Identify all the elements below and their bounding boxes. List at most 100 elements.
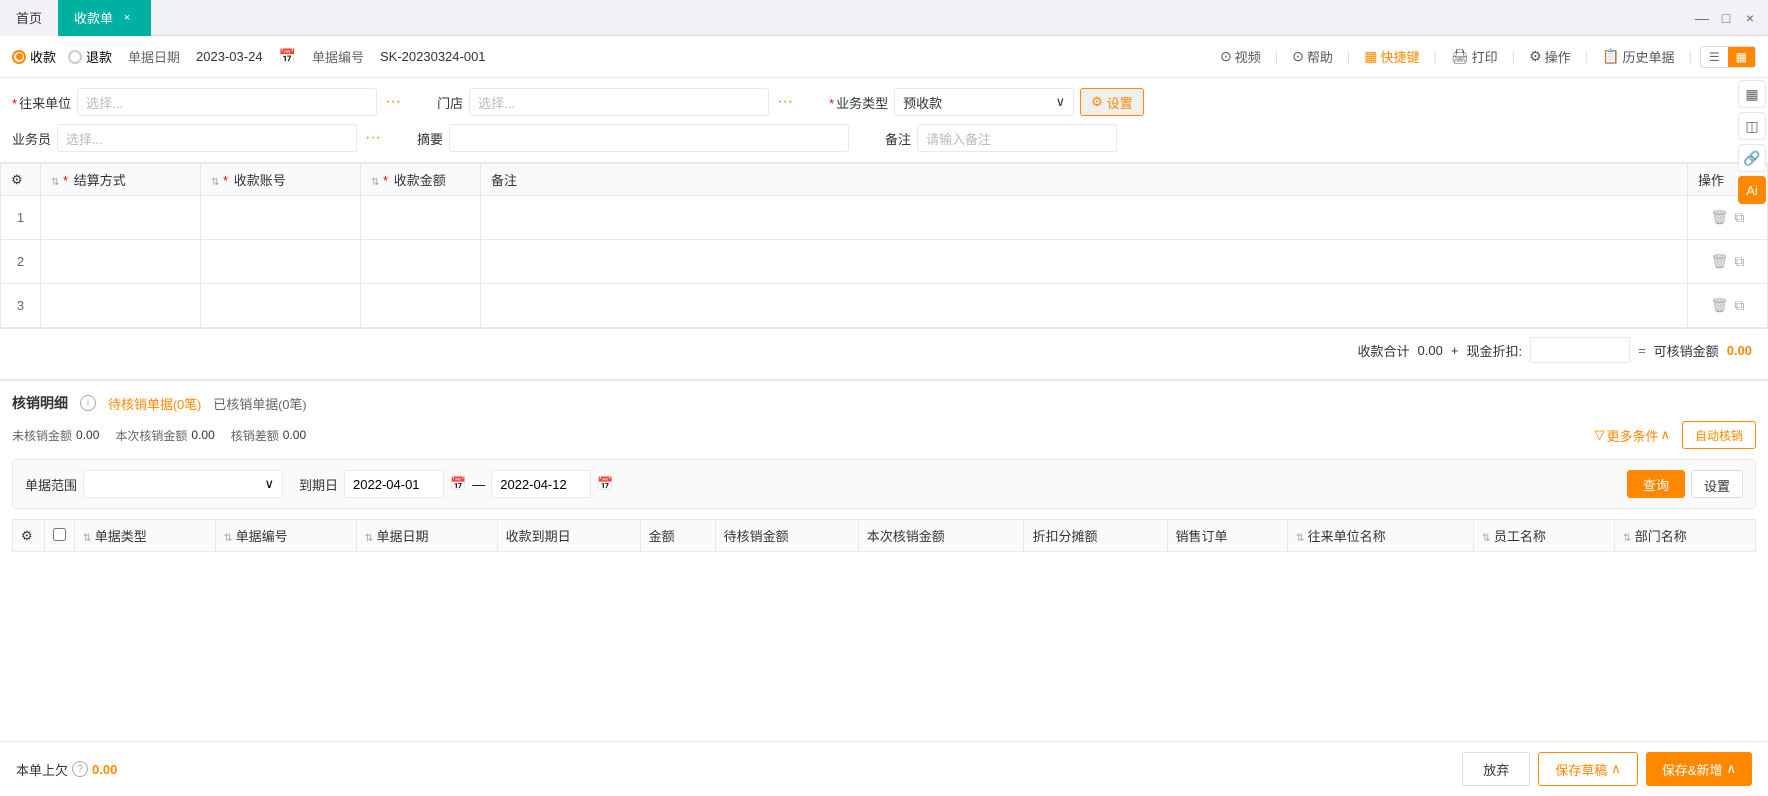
view-list-btn[interactable]: ☰ xyxy=(1701,47,1728,67)
verify-stats: 未核销金额 0.00 本次核销金额 0.00 核销差额 0.00 ▽ 更多条件 … xyxy=(12,421,1756,449)
tab-receipt[interactable]: 收款单 × xyxy=(58,0,151,36)
delete-icon-3[interactable]: 🗑 xyxy=(1711,297,1729,314)
pending-tab[interactable]: 待核销单据(0笔) xyxy=(108,394,201,413)
partner-field: *往来单位 选择... ··· xyxy=(12,88,401,116)
settle-cell-2[interactable] xyxy=(41,240,201,284)
tab-home[interactable]: 首页 xyxy=(0,0,58,36)
main-content: 收款 退款 单据日期 2023-03-24 📅 单据编号 SK-20230324… xyxy=(0,36,1768,796)
account-cell-1[interactable] xyxy=(201,196,361,240)
calendar-to-icon[interactable]: 📅 xyxy=(597,476,613,492)
sidebar-icon-1[interactable]: ▦ xyxy=(1738,80,1766,108)
th-current-amount: 本次核销金额 xyxy=(858,520,1024,552)
biz-type-select[interactable]: 预收款 ∨ xyxy=(894,88,1074,116)
account-cell-3[interactable] xyxy=(201,284,361,328)
table-row: 1 🗑 ⧉ xyxy=(1,196,1768,240)
th-remark: 备注 xyxy=(481,164,1688,196)
verify-filters: 单据范围 ∨ 到期日 2022-04-01 📅 — 2022-04-12 xyxy=(12,459,1756,509)
video-icon: ⊙ xyxy=(1220,48,1232,65)
date-range: 2022-04-01 📅 — 2022-04-12 📅 xyxy=(344,470,613,498)
receipt-table: ⚙ ⇅ * 结算方式 ⇅ * 收款账号 ⇅ * 收款 xyxy=(0,163,1768,328)
partner-more-icon[interactable]: ··· xyxy=(385,93,401,111)
staff-more-icon[interactable]: ··· xyxy=(365,129,381,147)
settle-cell-1[interactable] xyxy=(41,196,201,240)
staff-input[interactable]: 选择... xyxy=(57,124,357,152)
biz-settings-btn[interactable]: ⚙ 设置 xyxy=(1080,88,1144,116)
amount-cell-2[interactable] xyxy=(361,240,481,284)
data-table-section: ⚙ ⇅ * 结算方式 ⇅ * 收款账号 ⇅ * 收款 xyxy=(0,163,1768,328)
th-bill-no: ⇅ 单据编号 xyxy=(215,520,356,552)
amount-cell-1[interactable] xyxy=(361,196,481,240)
th-amount: ⇅ * 收款金额 xyxy=(361,164,481,196)
minimize-button[interactable]: — xyxy=(1692,8,1712,28)
remark-input[interactable]: 请输入备注 xyxy=(917,124,1117,152)
sidebar-icon-2[interactable]: ◫ xyxy=(1738,112,1766,140)
radio-group: 收款 退款 xyxy=(12,47,112,66)
settle-cell-3[interactable] xyxy=(41,284,201,328)
th-settle: ⇅ * 结算方式 xyxy=(41,164,201,196)
calendar-icon[interactable]: 📅 xyxy=(279,48,296,65)
query-btn[interactable]: 查询 xyxy=(1627,470,1685,498)
tab-close-icon[interactable]: × xyxy=(119,10,135,26)
radio-dot-refund xyxy=(68,50,82,64)
copy-icon-1[interactable]: ⧉ xyxy=(1734,209,1744,226)
date-to-input[interactable]: 2022-04-12 xyxy=(491,470,591,498)
radio-receipt[interactable]: 收款 xyxy=(12,47,56,66)
calendar-from-icon[interactable]: 📅 xyxy=(450,476,466,492)
copy-icon-3[interactable]: ⧉ xyxy=(1734,297,1744,314)
summary-field: 摘要 xyxy=(417,124,849,152)
print-btn[interactable]: 🖨 打印 xyxy=(1445,44,1504,69)
account-cell-2[interactable] xyxy=(201,240,361,284)
video-btn[interactable]: ⊙ 视频 xyxy=(1214,44,1267,69)
remark-cell-3[interactable] xyxy=(481,284,1688,328)
partner-input[interactable]: 选择... xyxy=(77,88,377,116)
th-settings[interactable]: ⚙ xyxy=(1,164,41,196)
form-section: *往来单位 选择... ··· 门店 选择... ··· *业务类型 预收款 ∨ xyxy=(0,78,1768,163)
loss-info: 本单上欠 ? 0.00 xyxy=(16,760,117,779)
current-stat: 本次核销金额 0.00 xyxy=(115,427,214,444)
remark-cell-1[interactable] xyxy=(481,196,1688,240)
summary-input[interactable] xyxy=(449,124,849,152)
verify-section: 核销明细 i 待核销单据(0笔) 已核销单据(0笔) 未核销金额 0.00 本次… xyxy=(0,379,1768,796)
auto-verify-btn[interactable]: 自动核销 xyxy=(1682,421,1756,449)
help-btn[interactable]: ⊙ 帮助 xyxy=(1286,44,1339,69)
row-actions-2: 🗑 ⧉ xyxy=(1698,253,1757,270)
delete-icon-2[interactable]: 🗑 xyxy=(1711,253,1729,270)
form-row-2: 业务员 选择... ··· 摘要 备注 请输入备注 xyxy=(12,124,1756,152)
shop-more-icon[interactable]: ··· xyxy=(777,93,793,111)
date-from-input[interactable]: 2022-04-01 xyxy=(344,470,444,498)
shop-input[interactable]: 选择... xyxy=(469,88,769,116)
history-btn[interactable]: 📋 历史单据 xyxy=(1596,44,1680,69)
view-grid-btn[interactable]: ▦ xyxy=(1728,47,1755,67)
abandon-btn[interactable]: 放弃 xyxy=(1462,752,1530,786)
row-actions-3: 🗑 ⧉ xyxy=(1698,297,1757,314)
discount-input[interactable] xyxy=(1530,337,1630,363)
sidebar-icon-3[interactable]: 🔗 xyxy=(1738,144,1766,172)
unverified-stat: 未核销金额 0.00 xyxy=(12,427,99,444)
done-tab[interactable]: 已核销单据(0笔) xyxy=(213,394,306,413)
copy-icon-2[interactable]: ⧉ xyxy=(1734,253,1744,270)
th-gear[interactable]: ⚙ xyxy=(13,520,45,552)
maximize-button[interactable]: □ xyxy=(1716,8,1736,28)
amount-cell-3[interactable] xyxy=(361,284,481,328)
th-due-date: 收款到期日 xyxy=(497,520,640,552)
range-field: 单据范围 ∨ xyxy=(25,470,283,498)
save-new-btn[interactable]: 保存&新增 ∧ xyxy=(1646,752,1752,786)
sidebar-icon-ai[interactable]: Ai xyxy=(1738,176,1766,204)
filter-settings-btn[interactable]: 设置 xyxy=(1691,470,1743,498)
save-draft-btn[interactable]: 保存草稿 ∧ xyxy=(1538,752,1638,786)
operation-btn[interactable]: ⚙ 操作 xyxy=(1523,44,1577,69)
more-conditions-btn[interactable]: ▽ 更多条件 ∧ xyxy=(1594,426,1670,445)
verify-info-icon[interactable]: i xyxy=(80,395,96,411)
remark-cell-2[interactable] xyxy=(481,240,1688,284)
loss-info-icon[interactable]: ? xyxy=(72,761,88,777)
th-amount: 金额 xyxy=(640,520,715,552)
table-row: 2 🗑 ⧉ xyxy=(1,240,1768,284)
operation-icon: ⚙ xyxy=(1529,48,1542,65)
delete-icon-1[interactable]: 🗑 xyxy=(1711,209,1729,226)
shortcut-btn[interactable]: ▦ 快捷键 xyxy=(1358,44,1425,69)
select-all-checkbox[interactable] xyxy=(53,528,66,541)
range-input[interactable]: ∨ xyxy=(83,470,283,498)
close-button[interactable]: × xyxy=(1740,8,1760,28)
radio-refund[interactable]: 退款 xyxy=(68,47,112,66)
filter-actions: 查询 设置 xyxy=(1627,470,1743,498)
